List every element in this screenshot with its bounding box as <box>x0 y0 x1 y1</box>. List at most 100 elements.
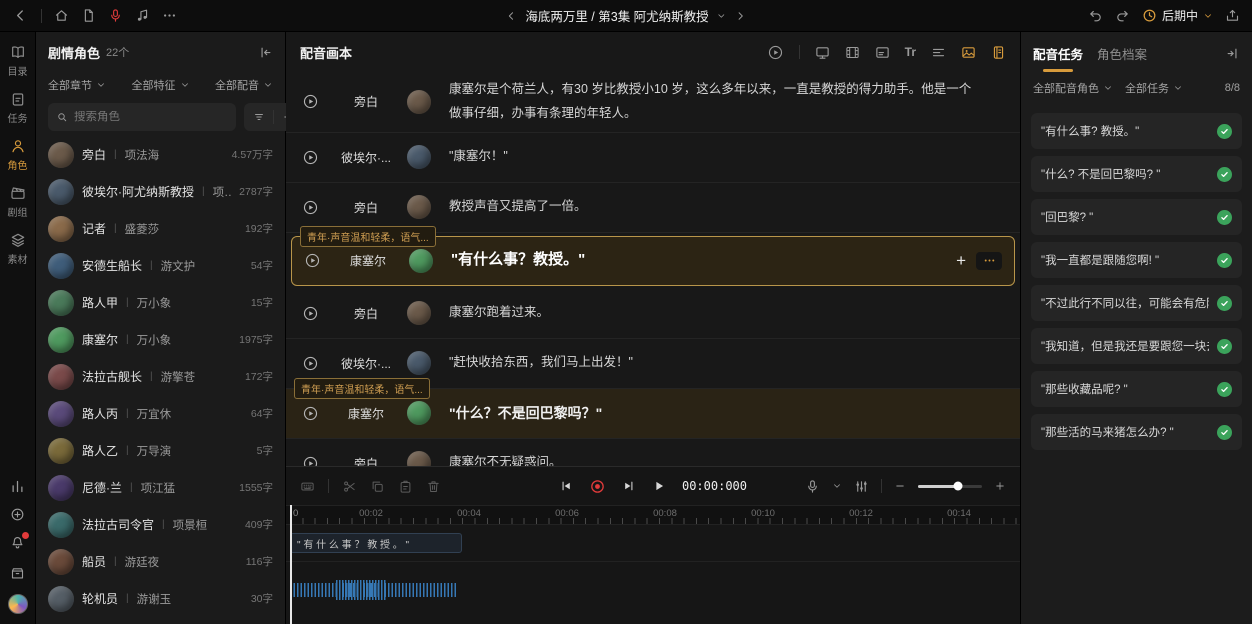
tab-dubbing-tasks[interactable]: 配音任务 <box>1033 44 1083 63</box>
episode-title[interactable]: 海底两万里 / 第3集 阿尤纳斯教授 <box>525 6 708 25</box>
character-row[interactable]: 尼德·兰 | 项江猛 1555字 <box>36 469 285 506</box>
next-episode-icon[interactable] <box>735 10 747 22</box>
line-text[interactable]: 康塞尔跑着过来。 <box>449 301 1004 325</box>
timeline-ruler[interactable]: 0 00:02 00:04 00:06 00:08 00:10 00:12 <box>286 505 1020 525</box>
more-icon[interactable] <box>162 8 177 23</box>
comment-icon[interactable] <box>976 252 1002 270</box>
undo-icon[interactable] <box>1088 8 1103 23</box>
line-text[interactable]: 康塞尔不无疑惑问。 <box>449 451 1004 466</box>
skip-start-icon[interactable] <box>559 479 573 493</box>
export-icon[interactable] <box>1225 8 1240 23</box>
audio-note-icon[interactable] <box>135 8 150 23</box>
rail-item-tasks[interactable]: 任务 <box>8 91 28 125</box>
script-line[interactable]: 彼埃尔·... "康塞尔！" <box>286 133 1020 183</box>
sort-filter-icon[interactable] <box>253 111 265 123</box>
mic-icon[interactable] <box>108 8 123 23</box>
search-input[interactable] <box>74 111 228 123</box>
archive-icon[interactable] <box>10 566 25 581</box>
copy-icon[interactable] <box>370 479 385 494</box>
character-row[interactable]: 旁白 | 项法海 4.57万字 <box>36 136 285 173</box>
play-line-icon[interactable] <box>302 405 319 422</box>
add-circle-icon[interactable] <box>10 507 25 522</box>
prev-episode-icon[interactable] <box>505 10 517 22</box>
rail-item-characters[interactable]: 角色 <box>8 138 28 172</box>
line-text[interactable]: "有什么事？教授。" <box>451 246 956 275</box>
character-row[interactable]: 安德生船长 | 游文护 54字 <box>36 247 285 284</box>
line-text[interactable]: 教授声音又提高了一倍。 <box>449 195 1004 219</box>
play-line-icon[interactable] <box>302 199 319 216</box>
task-card[interactable]: "那些收藏品呢? " <box>1031 371 1242 407</box>
character-row[interactable]: 路人甲 | 万小象 15字 <box>36 284 285 321</box>
task-card[interactable]: "那些活的马来猪怎么办? " <box>1031 414 1242 450</box>
rail-item-assets[interactable]: 素材 <box>8 232 28 266</box>
mic-select-icon[interactable] <box>805 479 820 494</box>
character-row[interactable]: 轮机员 | 游谢玉 30字 <box>36 580 285 617</box>
home-icon[interactable] <box>54 8 69 23</box>
script-line[interactable]: 旁白 康塞尔是个荷兰人，有30 岁比教授小10 岁，这么多年以来，一直是教授的得… <box>286 72 1020 133</box>
task-card[interactable]: "有什么事? 教授。" <box>1031 113 1242 149</box>
cut-icon[interactable] <box>342 479 357 494</box>
rail-item-catalog[interactable]: 目录 <box>8 44 28 78</box>
line-text[interactable]: "什么？不是回巴黎吗？" <box>449 400 1004 427</box>
task-card[interactable]: "回巴黎? " <box>1031 199 1242 235</box>
notifications-button[interactable] <box>10 535 25 553</box>
zoom-in-icon[interactable] <box>994 480 1006 492</box>
back-icon[interactable] <box>12 7 29 24</box>
character-row[interactable]: 记者 | 盛菱莎 192字 <box>36 210 285 247</box>
script-line[interactable]: 旁白 康塞尔跑着过来。 <box>286 289 1020 339</box>
task-card[interactable]: "我一直都是跟随您啊! " <box>1031 242 1242 278</box>
line-text[interactable]: 康塞尔是个荷兰人，有30 岁比教授小10 岁，这么多年以来，一直是教授的得力助手… <box>449 78 1004 126</box>
character-row[interactable]: 彼埃尔·阿尤纳斯教授 | 项雄霸 2787字 <box>36 173 285 210</box>
filter-dropdown[interactable]: 全部章节 <box>48 77 106 93</box>
line-text[interactable]: "康塞尔！" <box>449 145 1004 169</box>
script-line[interactable]: 旁白 康塞尔不无疑惑问。 <box>286 439 1020 467</box>
text-style-icon[interactable]: Tr <box>905 45 916 59</box>
character-row[interactable]: 船员 | 游廷夜 116字 <box>36 543 285 580</box>
skip-end-icon[interactable] <box>622 479 636 493</box>
keyboard-icon[interactable] <box>300 479 315 494</box>
storyboard-icon[interactable] <box>815 45 830 60</box>
zoom-slider[interactable] <box>918 485 982 488</box>
audio-waveform-clip[interactable] <box>290 583 456 597</box>
zoom-out-icon[interactable] <box>894 480 906 492</box>
play-line-icon[interactable] <box>302 355 319 372</box>
title-dropdown-icon[interactable] <box>717 11 727 21</box>
paste-icon[interactable] <box>398 479 413 494</box>
play-line-icon[interactable] <box>302 93 319 110</box>
text-clip[interactable]: " 有 什 么 事 ？ 教 授 。 " <box>290 533 462 553</box>
play-line-icon[interactable] <box>302 305 319 322</box>
chevron-down-icon[interactable] <box>832 481 842 491</box>
rail-item-crew[interactable]: 剧组 <box>8 185 28 219</box>
task-card[interactable]: "不过此行不同以往，可能会有危险甚至会付出... <box>1031 285 1242 321</box>
image-icon[interactable] <box>961 45 976 60</box>
character-row[interactable]: 路人丙 | 万宜休 64字 <box>36 395 285 432</box>
record-icon[interactable] <box>589 478 606 495</box>
play-line-icon[interactable] <box>302 455 319 467</box>
video-icon[interactable] <box>845 45 860 60</box>
task-filter-type[interactable]: 全部任务 <box>1125 80 1183 96</box>
play-line-icon[interactable] <box>302 149 319 166</box>
character-row[interactable]: 路人乙 | 万导演 5字 <box>36 432 285 469</box>
document-icon[interactable] <box>81 8 96 23</box>
collapse-panel-icon[interactable] <box>258 45 273 60</box>
play-all-icon[interactable] <box>767 44 784 61</box>
play-line-icon[interactable] <box>304 252 321 269</box>
user-avatar[interactable] <box>8 594 28 614</box>
add-line-icon[interactable]: + <box>956 252 966 269</box>
timeline-tracks[interactable]: " 有 什 么 事 ？ 教 授 。 " <box>286 525 1020 624</box>
redo-icon[interactable] <box>1115 8 1130 23</box>
mixer-icon[interactable] <box>854 479 869 494</box>
character-row[interactable]: 法拉古舰长 | 游擎苍 172字 <box>36 358 285 395</box>
script-line[interactable]: 青年·声音温和轻柔，语气... 康塞尔 "有什么事？教授。" + <box>291 236 1015 286</box>
task-card[interactable]: "我知道，但是我还是要跟您一块去。对了，您... <box>1031 328 1242 364</box>
script-line[interactable]: 青年·声音温和轻柔，语气... 康塞尔 "什么？不是回巴黎吗？" <box>286 389 1020 439</box>
filter-dropdown[interactable]: 全部特征 <box>132 77 190 93</box>
expand-panel-icon[interactable] <box>1225 46 1240 61</box>
delete-icon[interactable] <box>426 479 441 494</box>
tab-character-profile[interactable]: 角色档案 <box>1097 44 1147 63</box>
stage-status-dropdown[interactable]: 后期中 <box>1142 7 1213 24</box>
play-icon[interactable] <box>652 479 666 493</box>
task-filter-role[interactable]: 全部配音角色 <box>1033 80 1113 96</box>
task-card[interactable]: "什么? 不是回巴黎吗? " <box>1031 156 1242 192</box>
align-icon[interactable] <box>931 45 946 60</box>
